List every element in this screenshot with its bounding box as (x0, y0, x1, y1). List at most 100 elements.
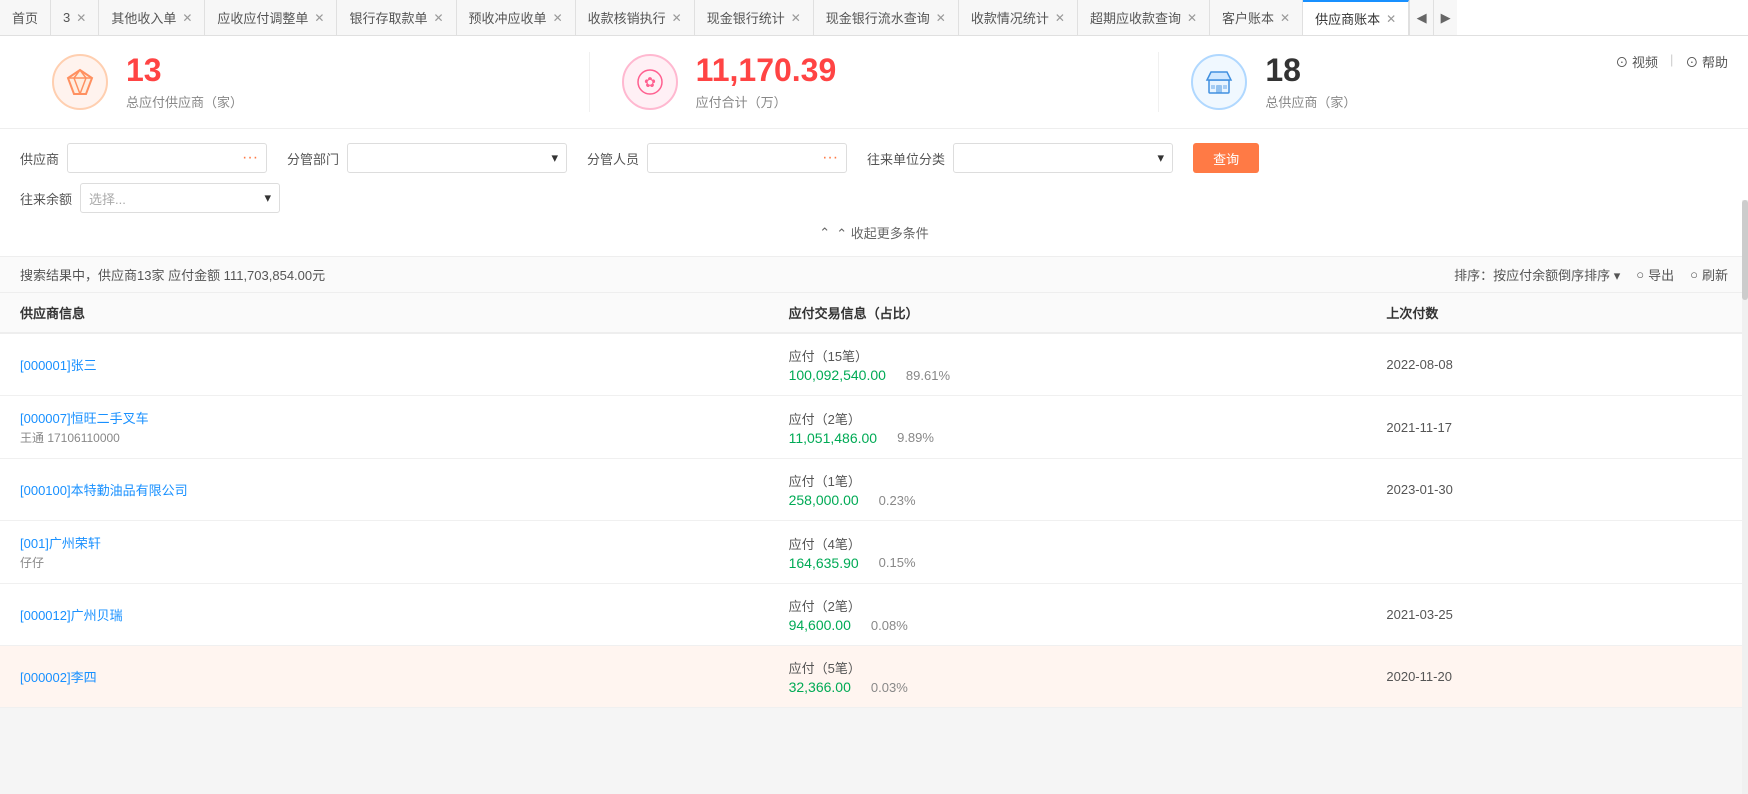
tab-close-collection-exec[interactable]: ✕ (672, 11, 682, 25)
col2-header: 应付交易信息（占比） (789, 303, 1387, 322)
scroll-thumb[interactable] (1742, 200, 1748, 300)
tx-amount[interactable]: 100,092,540.00 (789, 367, 886, 383)
tx-row: 32,366.00 0.03% (789, 679, 1387, 695)
tab-close-bank-deposit[interactable]: ✕ (433, 11, 443, 25)
last-pay-cell: 2023-01-30 (1386, 482, 1728, 497)
tab-close-prepay-offset[interactable]: ✕ (553, 11, 563, 25)
summary-card-supplier-count: 13 总应付供应商（家） (20, 52, 589, 112)
person-label: 分管人员 (587, 149, 639, 168)
supplier-link[interactable]: [000001]张三 (20, 358, 97, 373)
export-button[interactable]: ○ 导出 (1636, 265, 1674, 284)
tx-amount[interactable]: 258,000.00 (789, 492, 859, 508)
tx-amount[interactable]: 11,051,486.00 (789, 430, 878, 446)
department-select[interactable]: ▾ (347, 143, 567, 173)
filter-row-2: 往来余额 选择... ▾ (20, 183, 1728, 213)
supplier-input[interactable]: ··· (67, 143, 267, 173)
scroll-indicator[interactable] (1742, 200, 1748, 794)
supplier-link[interactable]: [000007]恒旺二手叉车 (20, 411, 149, 426)
tab-close-cash-bank-flow[interactable]: ✕ (936, 11, 946, 25)
supplier-dots-icon[interactable]: ··· (242, 149, 258, 167)
data-table: 供应商信息 应付交易信息（占比） 上次付数 [000001]张三 应付（15笔）… (0, 293, 1748, 708)
tx-info-cell: 应付（4笔） 164,635.90 0.15% (789, 534, 1387, 571)
tab-nav-left[interactable]: ◀ (1409, 0, 1433, 35)
last-pay-cell: 2022-08-08 (1386, 357, 1728, 372)
collapse-button[interactable]: ⌃ ⌃ 收起更多条件 (819, 223, 928, 242)
tab-collection-exec[interactable]: 收款核销执行 ✕ (576, 0, 695, 35)
refresh-icon: ○ (1690, 267, 1698, 282)
category-label: 往来单位分类 (867, 149, 945, 168)
balance-label: 往来余额 (20, 189, 72, 208)
supplier-link[interactable]: [001]广州荣轩 (20, 536, 101, 551)
top-right-links: ⊙ 视频 | ⊙ 帮助 (1615, 52, 1728, 71)
tab-customer-ledger[interactable]: 客户账本 ✕ (1210, 0, 1303, 35)
supplier-info-cell: [000100]本特勤油品有限公司 (20, 480, 789, 499)
tx-row: 100,092,540.00 89.61% (789, 367, 1387, 383)
tab-close-other-income[interactable]: ✕ (182, 11, 192, 25)
table-row: [000001]张三 应付（15笔） 100,092,540.00 89.61%… (0, 334, 1748, 396)
summary-text-ap-total: 11,170.39 应付合计（万） (696, 53, 837, 111)
supplier-sub: 王通 17106110000 (20, 429, 789, 446)
tx-info-cell: 应付（2笔） 11,051,486.00 9.89% (789, 409, 1387, 446)
category-select[interactable]: ▾ (953, 143, 1173, 173)
tx-amount[interactable]: 32,366.00 (789, 679, 851, 695)
tx-amount[interactable]: 164,635.90 (789, 555, 859, 571)
supplier-count-icon (50, 52, 110, 112)
filter-category: 往来单位分类 ▾ (867, 143, 1173, 173)
right-actions: 排序：按应付余额倒序排序 ▾ ○ 导出 ○ 刷新 (1454, 265, 1728, 284)
person-dots-icon[interactable]: ··· (822, 149, 838, 167)
help-link[interactable]: ⊙ 帮助 (1685, 52, 1728, 71)
refresh-button[interactable]: ○ 刷新 (1690, 265, 1728, 284)
supplier-info-cell: [001]广州荣轩 仔仔 (20, 533, 789, 571)
tab-close-cash-bank-stat[interactable]: ✕ (791, 11, 801, 25)
tab-bank-deposit[interactable]: 银行存取款单 ✕ (337, 0, 456, 35)
table-row: [000007]恒旺二手叉车 王通 17106110000 应付（2笔） 11,… (0, 396, 1748, 459)
tab-close-collection-stat[interactable]: ✕ (1055, 11, 1065, 25)
table-row: [000100]本特勤油品有限公司 应付（1笔） 258,000.00 0.23… (0, 459, 1748, 521)
tab-close-overdue-ar[interactable]: ✕ (1187, 11, 1197, 25)
tab-close-customer-ledger[interactable]: ✕ (1280, 11, 1290, 25)
person-input[interactable]: ··· (647, 143, 847, 173)
tab-prepay-offset[interactable]: 预收冲应收单 ✕ (457, 0, 576, 35)
tx-pct: 0.23% (879, 493, 916, 508)
supplier-info-cell: [000001]张三 (20, 355, 789, 374)
col1-header: 供应商信息 (20, 303, 789, 322)
tx-info-cell: 应付（1笔） 258,000.00 0.23% (789, 471, 1387, 508)
table-body: [000001]张三 应付（15笔） 100,092,540.00 89.61%… (0, 334, 1748, 708)
tx-amount[interactable]: 94,600.00 (789, 617, 851, 633)
supplier-link[interactable]: [000100]本特勤油品有限公司 (20, 483, 188, 498)
tx-info-cell: 应付（15笔） 100,092,540.00 89.61% (789, 346, 1387, 383)
tx-label: 应付（5笔） (789, 658, 1387, 677)
summary-text-total-supplier: 18 总供应商（家） (1265, 53, 1356, 111)
tab-ar-ap-adjust[interactable]: 应收应付调整单 ✕ (205, 0, 337, 35)
balance-select[interactable]: 选择... ▾ (80, 183, 280, 213)
tx-label: 应付（4笔） (789, 534, 1387, 553)
collapse-chevron-icon: ⌃ (819, 225, 830, 241)
tx-row: 94,600.00 0.08% (789, 617, 1387, 633)
tx-row: 11,051,486.00 9.89% (789, 430, 1387, 446)
tab-bar: 首页 3 ✕ 其他收入单 ✕ 应收应付调整单 ✕ 银行存取款单 ✕ 预收冲应收单… (0, 0, 1748, 36)
tab-overdue-ar[interactable]: 超期应收款查询 ✕ (1078, 0, 1210, 35)
tab-close-supplier-ledger[interactable]: ✕ (1386, 12, 1396, 26)
diamond-icon (52, 54, 108, 110)
last-pay-cell: 2021-11-17 (1386, 420, 1728, 435)
tab-close-ar-ap-adjust[interactable]: ✕ (314, 11, 324, 25)
supplier-link[interactable]: [000002]李四 (20, 670, 97, 685)
table-row: [000002]李四 应付（5笔） 32,366.00 0.03% 2020-1… (0, 646, 1748, 708)
video-link[interactable]: ⊙ 视频 (1615, 52, 1658, 71)
tab-3[interactable]: 3 ✕ (51, 0, 99, 35)
query-button[interactable]: 查询 (1193, 143, 1259, 173)
filter-balance: 往来余额 选择... ▾ (20, 183, 280, 213)
tab-cash-bank-flow[interactable]: 现金银行流水查询 ✕ (814, 0, 959, 35)
tab-close-3[interactable]: ✕ (76, 11, 86, 25)
supplier-link[interactable]: [000012]广州贝瑞 (20, 608, 123, 623)
tab-nav-right[interactable]: ▶ (1433, 0, 1457, 35)
tab-cash-bank-stat[interactable]: 现金银行统计 ✕ (695, 0, 814, 35)
department-arrow-icon: ▾ (552, 150, 559, 166)
tab-other-income[interactable]: 其他收入单 ✕ (99, 0, 205, 35)
tab-home[interactable]: 首页 (0, 0, 51, 35)
tx-pct: 89.61% (906, 368, 950, 383)
tab-collection-stat[interactable]: 收款情况统计 ✕ (959, 0, 1078, 35)
balance-arrow-icon: ▾ (264, 190, 271, 206)
tab-supplier-ledger[interactable]: 供应商账本 ✕ (1303, 0, 1409, 35)
sort-label[interactable]: 排序：按应付余额倒序排序 ▾ (1454, 265, 1620, 284)
